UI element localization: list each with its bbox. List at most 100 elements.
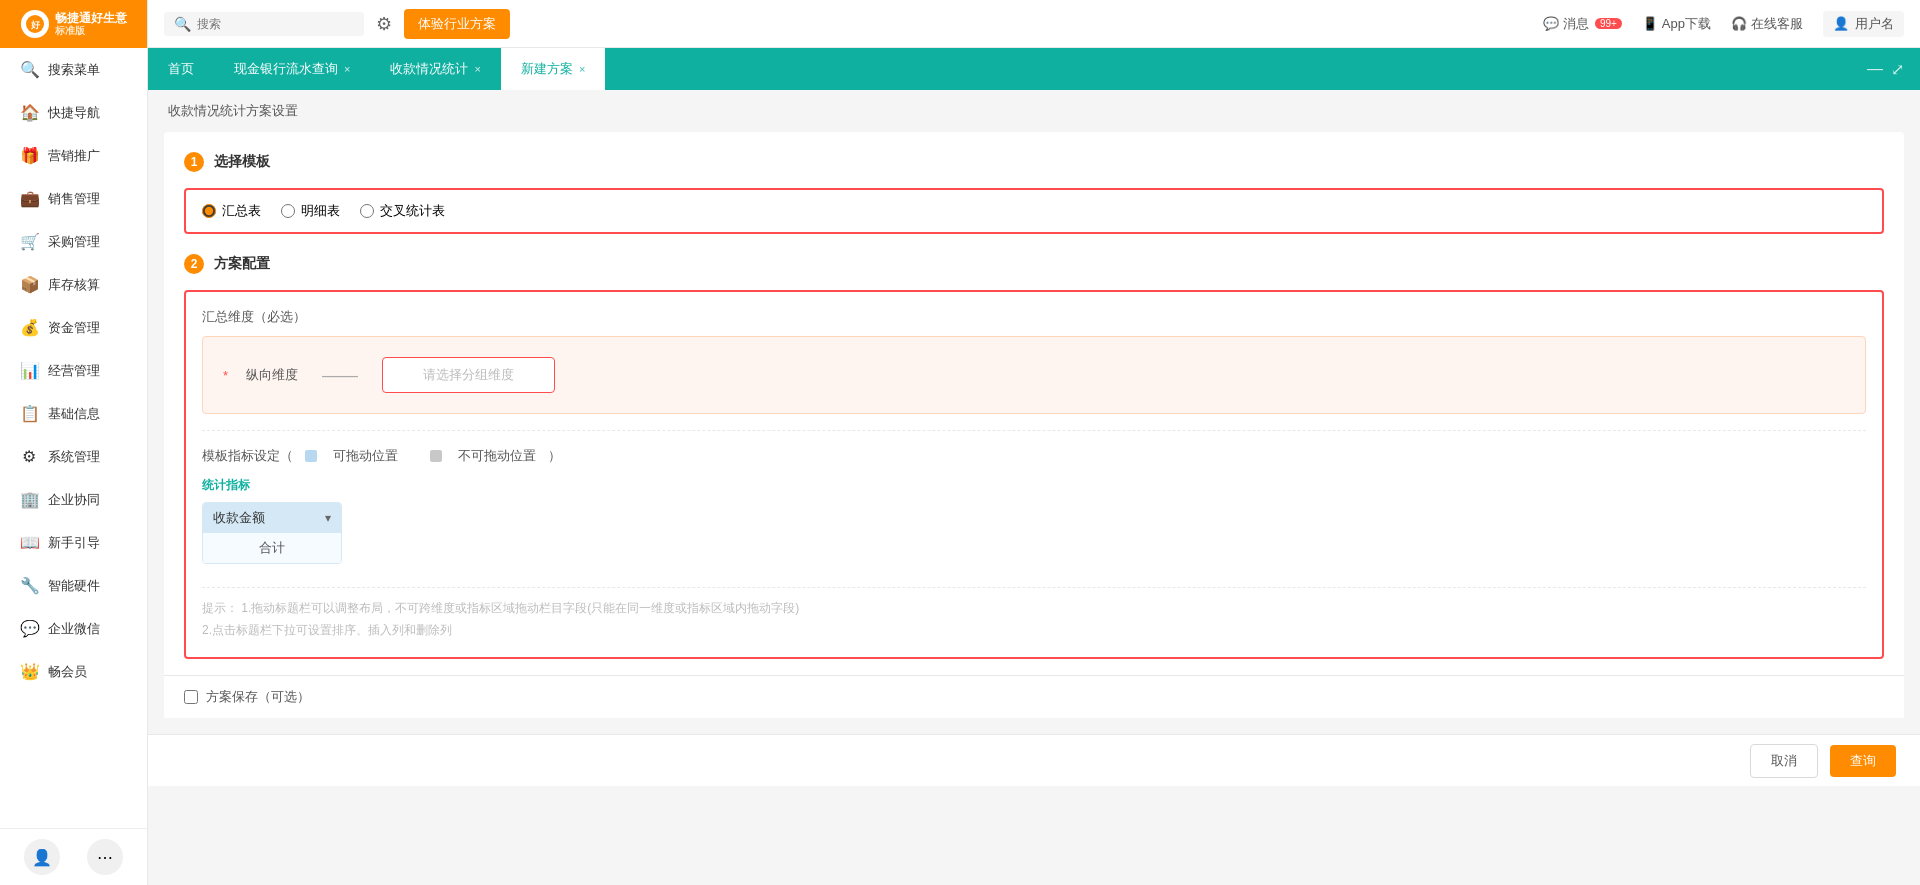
gear-sidebar-icon: ⚙ <box>20 447 38 466</box>
tab-home[interactable]: 收款情况统计方案设置 首页 <box>148 48 214 90</box>
message-icon: 💬 <box>1543 16 1559 31</box>
section1-header: 1 选择模板 <box>184 152 1884 172</box>
sidebar-avatar[interactable]: 👤 <box>24 839 60 875</box>
tab-bank-flow-close[interactable]: × <box>344 63 350 75</box>
chevron-down-icon[interactable]: ▾ <box>325 511 331 525</box>
draggable-legend-dot <box>305 450 317 462</box>
sidebar-item-label: 快捷导航 <box>48 104 100 122</box>
radio-summary[interactable]: 汇总表 <box>202 202 261 220</box>
user-name: 用户名 <box>1855 15 1894 33</box>
radio-detail[interactable]: 明细表 <box>281 202 340 220</box>
sidebar-item-sales[interactable]: 💼 销售管理 <box>0 177 147 220</box>
dimension-select[interactable]: 请选择分组维度 <box>382 357 555 393</box>
cta-button[interactable]: 体验行业方案 <box>404 9 510 39</box>
sidebar-item-label: 基础信息 <box>48 405 100 423</box>
dimension-header: 汇总维度（必选） <box>202 308 1866 326</box>
cart-icon: 🛒 <box>20 232 38 251</box>
book-icon: 📖 <box>20 533 38 552</box>
briefcase-icon: 💼 <box>20 189 38 208</box>
save-checkbox[interactable] <box>184 690 198 704</box>
topbar-search-box[interactable]: 🔍 <box>164 12 364 36</box>
sidebar-item-purchase[interactable]: 🛒 采购管理 <box>0 220 147 263</box>
tab-new-plan[interactable]: 新建方案 × <box>501 48 605 90</box>
sidebar-item-label: 系统管理 <box>48 448 100 466</box>
sidebar-item-label: 营销推广 <box>48 147 100 165</box>
metrics-table: 收款金额 ▾ 合计 <box>202 502 342 564</box>
sidebar-item-finance[interactable]: 💰 资金管理 <box>0 306 147 349</box>
dim-arrow: —— <box>322 365 358 386</box>
template-radio-group: 汇总表 明细表 交叉统计表 <box>202 202 445 220</box>
tab-collection-stats-close[interactable]: × <box>474 63 480 75</box>
save-label: 方案保存（可选） <box>206 688 310 706</box>
sidebar-item-wechat[interactable]: 💬 企业微信 <box>0 607 147 650</box>
sidebar-item-inventory[interactable]: 📦 库存核算 <box>0 263 147 306</box>
radio-detail-label: 明细表 <box>301 202 340 220</box>
app-name: 畅捷通好生意 <box>55 11 127 25</box>
app-logo: 好 畅捷通好生意 标准版 <box>0 0 147 48</box>
breadcrumb: 收款情况统计方案设置 <box>168 103 298 118</box>
metrics-header: 模板指标设定（ 可拖动位置 不可拖动位置 ） <box>202 447 1866 465</box>
save-section: 方案保存（可选） <box>164 675 1904 718</box>
radio-summary-input[interactable] <box>202 204 216 218</box>
minimize-icon[interactable]: — <box>1867 60 1883 78</box>
metrics-table-header-label: 收款金额 <box>213 509 265 527</box>
search-input[interactable] <box>197 17 337 31</box>
sidebar-item-member[interactable]: 👑 畅会员 <box>0 650 147 693</box>
sidebar-item-label: 企业微信 <box>48 620 100 638</box>
sidebar-item-label: 企业协同 <box>48 491 100 509</box>
radio-detail-input[interactable] <box>281 204 295 218</box>
sidebar-item-nav[interactable]: 🏠 快捷导航 <box>0 91 147 134</box>
fixed-legend-label: 不可拖动位置 <box>458 447 536 465</box>
cancel-button[interactable]: 取消 <box>1750 744 1818 778</box>
download-icon: 📱 <box>1642 16 1658 31</box>
sidebar-item-guide[interactable]: 📖 新手引导 <box>0 521 147 564</box>
home-icon: 🏠 <box>20 103 38 122</box>
sidebar-item-label: 库存核算 <box>48 276 100 294</box>
sidebar-item-label: 畅会员 <box>48 663 87 681</box>
sidebar-item-system[interactable]: ⚙ 系统管理 <box>0 435 147 478</box>
service-item[interactable]: 🎧 在线客服 <box>1731 15 1803 33</box>
section1-num: 1 <box>184 152 204 172</box>
sidebar-extra[interactable]: ⋯ <box>87 839 123 875</box>
svg-text:好: 好 <box>29 20 40 30</box>
clipboard-icon: 📋 <box>20 404 38 423</box>
building-icon: 🏢 <box>20 490 38 509</box>
maximize-icon[interactable]: ⤢ <box>1891 60 1904 79</box>
tab-collection-stats[interactable]: 收款情况统计 × <box>370 48 500 90</box>
search-topbar-icon: 🔍 <box>174 16 191 32</box>
config-box: 汇总维度（必选） * 纵向维度 —— 请选择分组维度 <box>184 290 1884 659</box>
money-icon: 💰 <box>20 318 38 337</box>
tips-section: 提示： 1.拖动标题栏可以调整布局，不可跨维度或指标区域拖动栏目字段(只能在同一… <box>202 587 1866 641</box>
hardware-icon: 🔧 <box>20 576 38 595</box>
download-item[interactable]: 📱 App下载 <box>1642 15 1711 33</box>
sidebar-item-search[interactable]: 🔍 搜索菜单 <box>0 48 147 91</box>
metrics-table-header[interactable]: 收款金额 ▾ <box>203 503 341 533</box>
user-area[interactable]: 👤 用户名 <box>1823 11 1904 37</box>
wechat-icon: 💬 <box>20 619 38 638</box>
query-button[interactable]: 查询 <box>1830 745 1896 777</box>
sidebar-item-label: 智能硬件 <box>48 577 100 595</box>
sidebar-item-label: 经营管理 <box>48 362 100 380</box>
radio-cross-input[interactable] <box>360 204 374 218</box>
main-card: 1 选择模板 汇总表 明细表 交叉统计表 <box>164 132 1904 718</box>
section1-title: 选择模板 <box>214 153 270 171</box>
sidebar-item-basics[interactable]: 📋 基础信息 <box>0 392 147 435</box>
sidebar-item-hardware[interactable]: 🔧 智能硬件 <box>0 564 147 607</box>
sidebar-item-marketing[interactable]: 🎁 营销推广 <box>0 134 147 177</box>
radio-cross-label: 交叉统计表 <box>380 202 445 220</box>
tab-bank-flow[interactable]: 现金银行流水查询 × <box>214 48 370 90</box>
notification-item[interactable]: 💬 消息 99+ <box>1543 15 1622 33</box>
sidebar-item-enterprise[interactable]: 🏢 企业协同 <box>0 478 147 521</box>
gear-icon[interactable]: ⚙ <box>376 13 392 35</box>
tip-text-1: 提示： 1.拖动标题栏可以调整布局，不可跨维度或指标区域拖动栏目字段(只能在同一… <box>202 598 1866 620</box>
sidebar: 好 畅捷通好生意 标准版 🔍 搜索菜单 🏠 快捷导航 🎁 营销推广 💼 销售管理… <box>0 0 148 885</box>
radio-cross[interactable]: 交叉统计表 <box>360 202 445 220</box>
tab-new-plan-close[interactable]: × <box>579 63 585 75</box>
sidebar-footer: 👤 ⋯ <box>0 828 147 885</box>
sidebar-item-operations[interactable]: 📊 经营管理 <box>0 349 147 392</box>
metrics-section: 模板指标设定（ 可拖动位置 不可拖动位置 ） 统计指标 收款金额 ▾ <box>202 430 1866 567</box>
tab-new-plan-label: 新建方案 <box>521 60 573 78</box>
template-selection-box: 汇总表 明细表 交叉统计表 <box>184 188 1884 234</box>
dimension-title: 汇总维度（必选） <box>202 309 306 324</box>
dimension-grid: * 纵向维度 —— 请选择分组维度 <box>202 336 1866 414</box>
